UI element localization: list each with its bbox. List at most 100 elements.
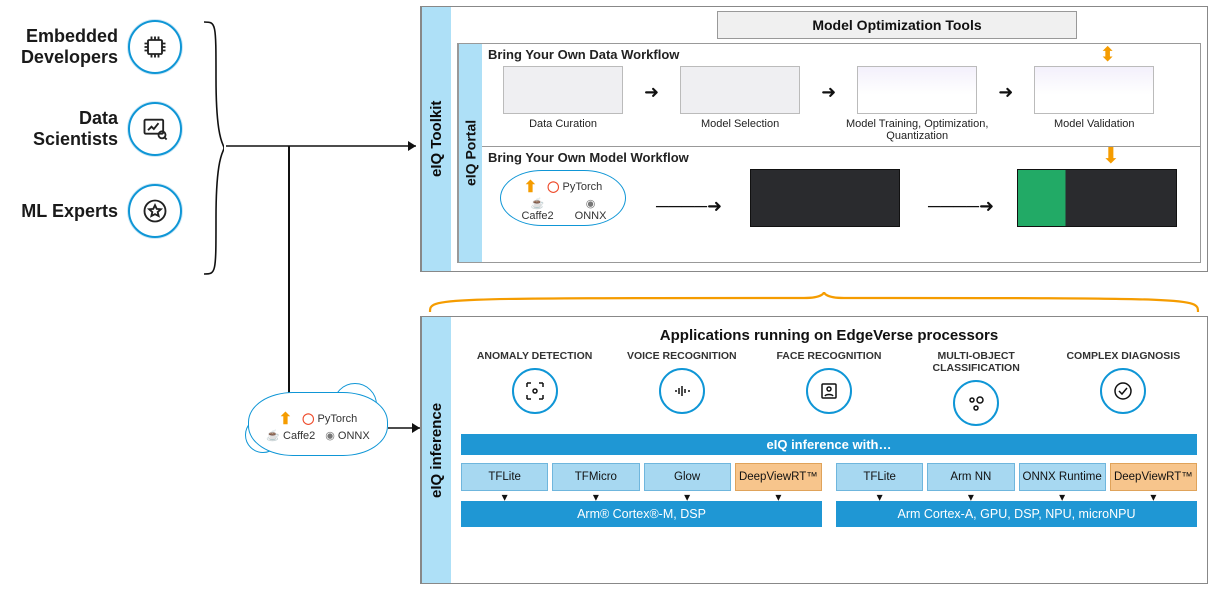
byod-title: Bring Your Own Data Workflow [488, 47, 1194, 62]
apps-heading: Applications running on EdgeVerse proces… [461, 327, 1197, 344]
face-icon [806, 368, 852, 414]
user-ml-experts: ML Experts [8, 184, 198, 238]
inference-panel: eIQ inference Applications running on Ed… [420, 316, 1208, 584]
toolkit-tab: eIQ Toolkit [421, 7, 451, 271]
portal-box: eIQ Portal ⬍ Bring Your Own Data Workflo… [457, 43, 1201, 263]
model-optimization-tools: Model Optimization Tools [717, 11, 1077, 39]
target-cortex-a: Arm Cortex-A, GPU, DSP, NPU, microNPU [836, 501, 1197, 527]
validation-to-byom-arrow: ⬇ [1102, 143, 1120, 169]
user-label: Data Scientists [8, 108, 118, 149]
byom-deploy-screenshot [1012, 169, 1182, 227]
voice-icon [659, 368, 705, 414]
pytorch-label: PyTorch [563, 181, 603, 193]
frameworks-cloud: ⬆ ◯ PyTorch ☕ Caffe2 ◉ ONNX [248, 392, 388, 456]
rt-armnn: Arm NN [927, 463, 1014, 491]
app-label: FACE RECOGNITION [776, 350, 881, 362]
arrows-down-left: ▾▾▾▾ [461, 493, 822, 501]
cloud-row1: ⬆ ◯ PyTorch [279, 409, 358, 429]
user-embedded-developers: Embedded Developers [8, 20, 198, 74]
onnx-label: ONNX [338, 430, 370, 442]
onnx-icon: ◉ [586, 198, 596, 210]
rt-tflite: TFLite [461, 463, 548, 491]
rt-deepview-r: DeepViewRT™ [1110, 463, 1197, 491]
app-face-recognition: FACE RECOGNITION [764, 350, 894, 426]
rt-onnxrt: ONNX Runtime [1019, 463, 1106, 491]
step-label: Model Selection [701, 118, 779, 130]
rt-deepview: DeepViewRT™ [735, 463, 822, 491]
user-label: Embedded Developers [8, 26, 118, 67]
pytorch-icon: ◯ [302, 413, 317, 425]
portal-tab: eIQ Portal [458, 44, 482, 262]
onnx-icon: ◉ [325, 430, 338, 442]
user-label: ML Experts [8, 201, 118, 222]
arrow-icon: ────➜ [644, 196, 734, 217]
right-area: eIQ Toolkit Model Optimization Tools eIQ… [420, 6, 1208, 604]
check-icon [1100, 368, 1146, 414]
step-model-validation: Model Validation [1019, 66, 1169, 130]
branch-line [288, 146, 290, 420]
thumb-deploy [1017, 169, 1177, 227]
byod-workflow: ⬍ Bring Your Own Data Workflow Data Cura… [482, 44, 1200, 147]
chip-icon [128, 20, 182, 74]
caffe2-label: Caffe2 [283, 430, 315, 442]
apps-row: ANOMALY DETECTION VOICE RECOGNITION FACE… [461, 350, 1197, 426]
badge-star-icon [128, 184, 182, 238]
anomaly-icon [512, 368, 558, 414]
opt-tools-link-arrow: ⬍ [1099, 42, 1116, 67]
pytorch-icon: ◯ [547, 181, 562, 193]
step-data-curation: Data Curation [488, 66, 638, 130]
rt-glow: Glow [644, 463, 731, 491]
toolkit-panel: eIQ Toolkit Model Optimization Tools eIQ… [420, 6, 1208, 272]
orange-brace-container [420, 292, 1208, 316]
app-voice-recognition: VOICE RECOGNITION [617, 350, 747, 426]
cloud-row2: ☕ Caffe2 ◉ ONNX [266, 429, 369, 442]
byom-tool-screenshot [740, 169, 910, 227]
step-label: Model Training, Optimization, Quantizati… [842, 118, 992, 142]
step-model-selection: Model Selection [665, 66, 815, 130]
users-bracket [202, 18, 224, 278]
step-model-training: Model Training, Optimization, Quantizati… [842, 66, 992, 142]
thumb-model-tool [750, 169, 900, 227]
frameworks-cloud-small: ⬆ ◯ PyTorch ☕ Caffe2 ◉ ONNX [500, 170, 626, 226]
step-label: Data Curation [529, 118, 597, 130]
caffe2-icon: ☕ [531, 198, 545, 210]
arrow-icon: ➜ [821, 82, 836, 103]
inference-banner: eIQ inference with… [461, 434, 1197, 455]
tensorflow-icon: ⬆ [524, 177, 537, 197]
analytics-icon [128, 102, 182, 156]
app-multi-object: MULTI-OBJECT CLASSIFICATION [911, 350, 1041, 426]
app-label: MULTI-OBJECT CLASSIFICATION [911, 350, 1041, 374]
arrow-icon: ────➜ [916, 196, 1006, 217]
arrow-users-to-toolkit [226, 134, 426, 164]
thumb-model-training [857, 66, 977, 114]
thumb-model-selection [680, 66, 800, 114]
app-complex-diagnosis: COMPLEX DIAGNOSIS [1058, 350, 1188, 426]
arrow-icon: ➜ [644, 82, 659, 103]
rt-tflite-r: TFLite [836, 463, 923, 491]
runtime-row-left: TFLite TFMicro Glow DeepViewRT™ [461, 463, 822, 491]
arrow-icon: ➜ [998, 82, 1013, 103]
thumb-data-curation [503, 66, 623, 114]
step-label: Model Validation [1054, 118, 1135, 130]
byom-title: Bring Your Own Model Workflow [488, 150, 1194, 165]
app-label: ANOMALY DETECTION [477, 350, 593, 362]
byom-frameworks: ⬆ ◯ PyTorch ☕ Caffe2 ◉ ONNX [488, 170, 638, 226]
onnx-label: ONNX [575, 210, 607, 222]
user-data-scientists: Data Scientists [8, 102, 198, 156]
runtime-row-right: TFLite Arm NN ONNX Runtime DeepViewRT™ [836, 463, 1197, 491]
users-column: Embedded Developers Data Scientists ML E… [8, 20, 198, 238]
byom-workflow: ⬇ Bring Your Own Model Workflow ⬆◯ PyTor… [482, 147, 1200, 231]
app-label: COMPLEX DIAGNOSIS [1066, 350, 1180, 362]
rt-tfmicro: TFMicro [552, 463, 639, 491]
app-anomaly-detection: ANOMALY DETECTION [470, 350, 600, 426]
multi-object-icon [953, 380, 999, 426]
target-cortex-m: Arm® Cortex®-M, DSP [461, 501, 822, 527]
tensorflow-icon: ⬆ [279, 409, 292, 429]
caffe2-icon: ☕ [266, 430, 283, 442]
thumb-model-validation [1034, 66, 1154, 114]
pytorch-label: PyTorch [318, 413, 358, 425]
caffe2-label: Caffe2 [521, 210, 553, 222]
app-label: VOICE RECOGNITION [627, 350, 737, 362]
arrows-down-right: ▾▾▾▾ [836, 493, 1197, 501]
inference-tab: eIQ inference [421, 317, 451, 583]
